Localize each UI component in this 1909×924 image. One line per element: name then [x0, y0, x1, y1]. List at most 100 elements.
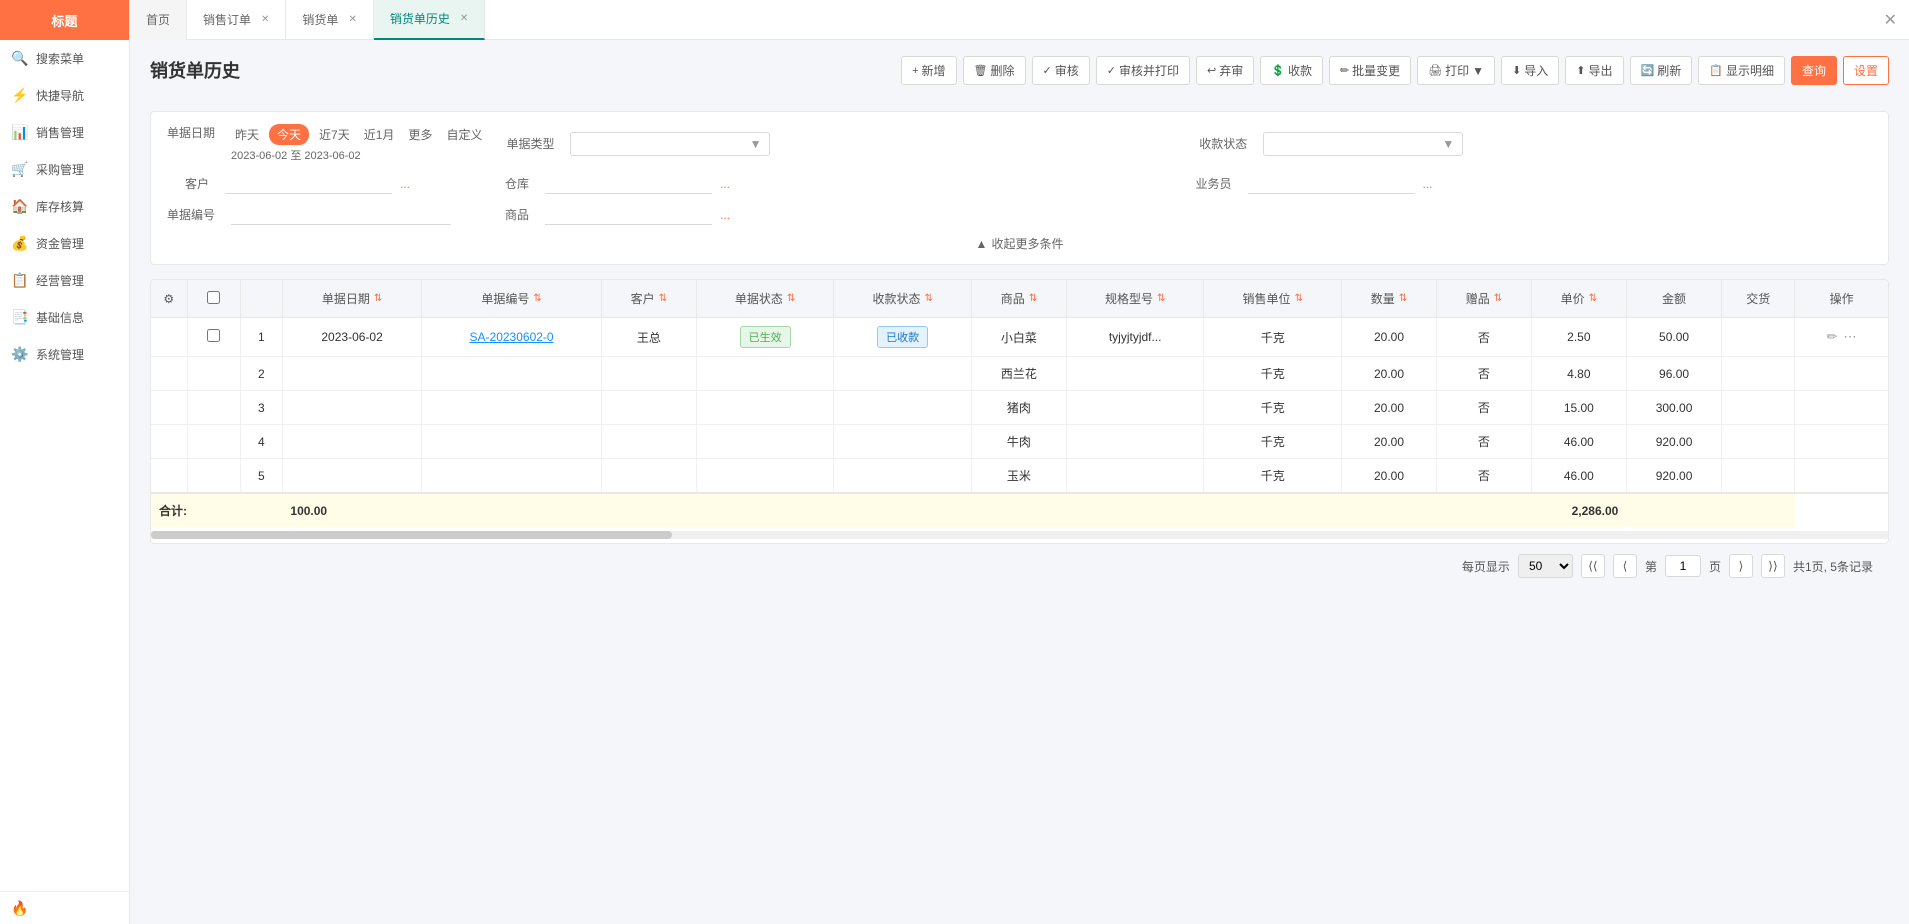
doc-type-select[interactable]: ▼ [570, 132, 770, 156]
sidebar-item-inventory[interactable]: 🏠 库存核算 [0, 188, 129, 225]
th-goods-sort-icon: ⇅ [1029, 293, 1037, 304]
audit-button[interactable]: ✓ 审核 [1032, 56, 1090, 85]
add-button[interactable]: + 新增 [901, 56, 956, 85]
data-table-container: ⚙ 单据日期 ⇅ 单据编号 [150, 279, 1889, 544]
td-payment-status [834, 357, 972, 391]
collapse-button[interactable]: ▲ 收起更多条件 [976, 235, 1064, 252]
th-doc-status[interactable]: 单据状态 ⇅ [696, 280, 834, 318]
td-unit-price: 2.50 [1531, 318, 1626, 357]
goods-more-icon[interactable]: ... [720, 208, 730, 222]
warehouse-input[interactable] [545, 173, 712, 194]
sidebar-item-label: 销售管理 [36, 124, 84, 141]
next-page-btn[interactable]: ⟩ [1729, 554, 1753, 578]
th-unit-price[interactable]: 单价 ⇅ [1531, 280, 1626, 318]
tab-sales-history-close[interactable]: ✕ [460, 13, 468, 24]
th-date[interactable]: 单据日期 ⇅ [282, 280, 421, 318]
table-horizontal-scrollbar[interactable] [151, 531, 1888, 539]
refresh-button[interactable]: 🔄 刷新 [1630, 56, 1693, 85]
date-more[interactable]: 更多 [404, 124, 436, 145]
salesperson-input[interactable] [1248, 173, 1415, 194]
salesperson-more-icon[interactable]: ... [1423, 177, 1433, 191]
print-label: 打印 [1445, 62, 1469, 79]
tab-sales-history[interactable]: 销货单历史 ✕ [374, 0, 485, 40]
sidebar-item-purchase-mgmt[interactable]: 🛒 采购管理 [0, 151, 129, 188]
goods-input[interactable] [545, 204, 712, 225]
sidebar-bottom-fire[interactable]: 🔥 [0, 892, 129, 924]
tab-sales-goods-close[interactable]: ✕ [348, 14, 356, 25]
doc-no-link[interactable]: SA-20230602-0 [470, 330, 554, 344]
th-doc-no[interactable]: 单据编号 ⇅ [422, 280, 602, 318]
date-today[interactable]: 今天 [269, 124, 309, 145]
sidebar-item-search-menu[interactable]: 🔍 搜索菜单 [0, 40, 129, 77]
tab-sales-goods[interactable]: 销货单 ✕ [286, 0, 373, 40]
td-gear [151, 459, 187, 494]
th-goods[interactable]: 商品 ⇅ [971, 280, 1066, 318]
date-custom[interactable]: 自定义 [442, 124, 486, 145]
prev-page-btn[interactable]: ⟨ [1613, 554, 1637, 578]
th-gear[interactable]: ⚙ [151, 280, 187, 318]
page-number-input[interactable] [1665, 555, 1701, 577]
th-qty[interactable]: 数量 ⇅ [1342, 280, 1437, 318]
delete-icon: 🗑 [974, 64, 988, 77]
chevron-up-icon: ▲ [976, 237, 988, 251]
import-button[interactable]: ⬇ 导入 [1501, 56, 1559, 85]
th-customer[interactable]: 客户 ⇅ [601, 280, 696, 318]
th-unit-sort-icon: ⇅ [1295, 293, 1303, 304]
td-gear [151, 357, 187, 391]
window-close-button[interactable]: ✕ [1872, 10, 1909, 30]
row-checkbox[interactable] [207, 329, 220, 342]
th-unit-price-sort-icon: ⇅ [1589, 293, 1597, 304]
tab-sales-history-label: 销货单历史 [390, 10, 450, 27]
td-checkbox [187, 391, 240, 425]
td-doc-status [696, 459, 834, 494]
batch-change-button[interactable]: ✏ 批量变更 [1329, 56, 1411, 85]
per-page-select[interactable]: 50 100 200 [1518, 554, 1573, 578]
more-action-icon[interactable]: ⋯ [1844, 329, 1857, 344]
select-all-checkbox[interactable] [207, 291, 220, 304]
sidebar-item-finance-mgmt[interactable]: 💰 资金管理 [0, 225, 129, 262]
td-doc-status: 已生效 [696, 318, 834, 357]
show-detail-button[interactable]: 📋 显示明细 [1698, 56, 1785, 85]
customer-more-icon[interactable]: ... [400, 177, 410, 191]
table-row: 1 2023-06-02 SA-20230602-0 王总 已生效 已收款 小白… [151, 318, 1888, 357]
print-button[interactable]: 🖨 打印 ▼ [1417, 56, 1495, 85]
th-gift[interactable]: 赠品 ⇅ [1436, 280, 1531, 318]
sidebar-item-sys-mgmt[interactable]: ⚙️ 系统管理 [0, 336, 129, 373]
td-spec [1066, 459, 1204, 494]
tab-sales-order[interactable]: 销售订单 ✕ [187, 0, 286, 40]
td-customer [601, 425, 696, 459]
warehouse-more-icon[interactable]: ... [720, 177, 730, 191]
td-row-num: 4 [240, 425, 282, 459]
sidebar-item-ops-mgmt[interactable]: 📋 经营管理 [0, 262, 129, 299]
th-unit[interactable]: 销售单位 ⇅ [1204, 280, 1342, 318]
th-spec[interactable]: 规格型号 ⇅ [1066, 280, 1204, 318]
abandon-button[interactable]: ↩ 弃审 [1196, 56, 1254, 85]
tab-home[interactable]: 首页 [130, 0, 187, 40]
sidebar-item-basic-info[interactable]: 📑 基础信息 [0, 299, 129, 336]
date-yesterday[interactable]: 昨天 [231, 124, 263, 145]
warehouse-label: 仓库 [487, 175, 537, 192]
edit-action-icon[interactable]: ✏ [1827, 329, 1838, 344]
query-button[interactable]: 查询 [1791, 56, 1837, 85]
tab-sales-order-label: 销售订单 [203, 11, 251, 28]
settings-button[interactable]: 设置 [1843, 56, 1889, 85]
date-1month[interactable]: 近1月 [360, 124, 399, 145]
customer-input[interactable] [225, 173, 392, 194]
tab-sales-order-close[interactable]: ✕ [261, 14, 269, 25]
td-customer [601, 391, 696, 425]
table-scroll[interactable]: ⚙ 单据日期 ⇅ 单据编号 [151, 280, 1888, 527]
doc-no-input[interactable] [231, 204, 451, 225]
delete-button[interactable]: 🗑 删除 [963, 56, 1026, 85]
date-7days[interactable]: 近7天 [315, 124, 354, 145]
sidebar-item-quick-nav[interactable]: ⚡ 快捷导航 [0, 77, 129, 114]
payment-status-select[interactable]: ▼ [1263, 132, 1463, 156]
export-button[interactable]: ⬆ 导出 [1565, 56, 1623, 85]
first-page-btn[interactable]: ⟨⟨ [1581, 554, 1605, 578]
collect-button[interactable]: 💲 收款 [1260, 56, 1323, 85]
sidebar-item-label: 系统管理 [36, 346, 84, 363]
th-payment-status[interactable]: 收款状态 ⇅ [834, 280, 972, 318]
td-gift: 否 [1436, 425, 1531, 459]
sidebar-item-sales-mgmt[interactable]: 📊 销售管理 [0, 114, 129, 151]
last-page-btn[interactable]: ⟩⟩ [1761, 554, 1785, 578]
audit-print-button[interactable]: ✓ 审核并打印 [1096, 56, 1190, 85]
